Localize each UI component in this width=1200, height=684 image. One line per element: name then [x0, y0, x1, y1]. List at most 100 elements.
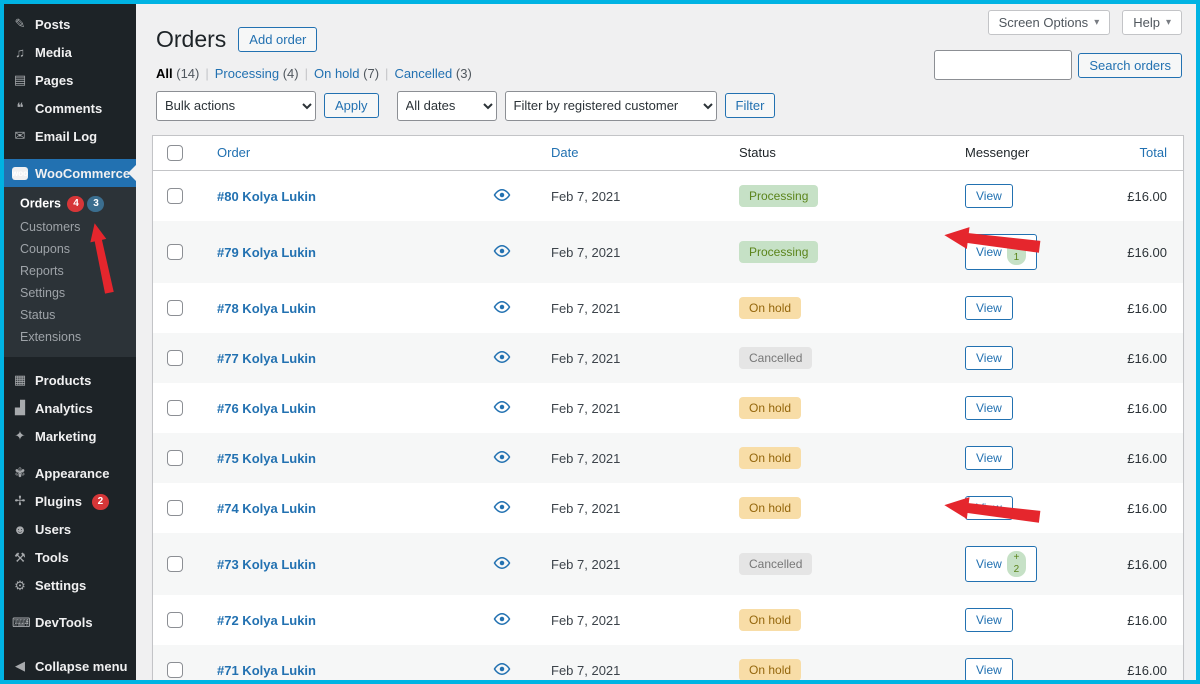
order-total: £16.00 [1127, 662, 1167, 678]
orders-table: Order Date Status Messenger Total #80 Ko… [153, 135, 1183, 680]
view-all-link[interactable]: All (14) [156, 66, 199, 81]
row-checkbox[interactable] [167, 612, 183, 629]
row-checkbox[interactable] [167, 500, 183, 517]
row-checkbox[interactable] [167, 244, 183, 261]
view-button[interactable]: View [965, 346, 1013, 371]
date-filter-select[interactable]: All dates [396, 90, 497, 121]
page-title: Orders [156, 26, 227, 52]
order-link[interactable]: #71 Kolya Lukin [217, 663, 316, 678]
screen-meta: Screen Options ▾ Help ▾ [987, 10, 1182, 35]
view-count-badge: + 2 [1006, 551, 1026, 578]
sort-by-date-link[interactable]: Date [551, 145, 578, 160]
marketing-icon: ✦ [14, 428, 26, 443]
sidebar-item-email-log[interactable]: ✉ Email Log [4, 122, 136, 150]
view-button[interactable]: View [965, 184, 1013, 209]
sidebar-subitem-extensions[interactable]: Extensions [4, 326, 136, 348]
preview-eye-icon[interactable] [493, 662, 511, 675]
view-processing-link[interactable]: Processing (4) [215, 66, 299, 81]
order-link[interactable]: #78 Kolya Lukin [217, 301, 316, 316]
customer-filter-select[interactable]: Filter by registered customer [504, 90, 717, 121]
apply-button[interactable]: Apply [324, 93, 379, 119]
view-cancelled-link[interactable]: Cancelled (3) [394, 66, 471, 81]
row-checkbox[interactable] [167, 662, 183, 679]
order-date: Feb 7, 2021 [551, 400, 621, 416]
view-count-badge: + 1 [1006, 239, 1026, 266]
sidebar-item-appearance[interactable]: ✾ Appearance [4, 459, 136, 487]
row-checkbox[interactable] [167, 350, 183, 367]
add-order-button[interactable]: Add order [238, 27, 318, 53]
bulk-actions-select[interactable]: Bulk actions [156, 90, 316, 121]
order-link[interactable]: #76 Kolya Lukin [217, 401, 316, 416]
order-link[interactable]: #80 Kolya Lukin [217, 189, 316, 204]
help-button[interactable]: Help ▾ [1122, 10, 1182, 35]
view-button[interactable]: View [965, 446, 1013, 471]
table-header-row: Order Date Status Messenger Total [153, 135, 1183, 172]
order-total: £16.00 [1127, 612, 1167, 628]
sidebar-subitem-customers[interactable]: Customers [4, 216, 136, 238]
sidebar-item-products[interactable]: ▦ Products [4, 366, 136, 394]
sort-by-order-link[interactable]: Order [217, 145, 250, 160]
sidebar-item-woocommerce[interactable]: woo WooCommerce [4, 159, 136, 187]
order-link[interactable]: #75 Kolya Lukin [217, 451, 316, 466]
preview-eye-icon[interactable] [493, 500, 511, 513]
sidebar-item-marketing[interactable]: ✦ Marketing [4, 422, 136, 450]
view-button[interactable]: View [965, 296, 1013, 321]
view-button[interactable]: View [965, 658, 1013, 680]
order-link[interactable]: #79 Kolya Lukin [217, 245, 316, 260]
sidebar-item-collapse[interactable]: ◀ Collapse menu [4, 652, 136, 680]
screen-options-button[interactable]: Screen Options ▾ [987, 10, 1111, 35]
preview-eye-icon[interactable] [493, 300, 511, 313]
sidebar-item-media[interactable]: ♫ Media [4, 38, 136, 66]
sidebar-item-devtools[interactable]: ⌨ DevTools [4, 609, 136, 637]
preview-eye-icon[interactable] [493, 612, 511, 625]
preview-eye-icon[interactable] [493, 244, 511, 257]
view-button[interactable]: View [965, 396, 1013, 421]
preview-eye-icon[interactable] [493, 188, 511, 201]
admin-sidebar: ✎ Posts ♫ Media ▤ Pages ❝ Comments ✉ Ema… [4, 4, 136, 680]
order-date: Feb 7, 2021 [551, 300, 621, 316]
sidebar-item-analytics[interactable]: ▟ Analytics [4, 394, 136, 422]
preview-eye-icon[interactable] [493, 400, 511, 413]
preview-eye-icon[interactable] [493, 556, 511, 569]
order-date: Feb 7, 2021 [551, 556, 621, 572]
sidebar-subitem-status[interactable]: Status [4, 304, 136, 326]
view-button[interactable]: View [965, 496, 1013, 521]
row-checkbox[interactable] [167, 300, 183, 317]
sidebar-subitem-settings[interactable]: Settings [4, 282, 136, 304]
sidebar-subitem-coupons[interactable]: Coupons [4, 238, 136, 260]
sidebar-item-comments[interactable]: ❝ Comments [4, 94, 136, 122]
order-total: £16.00 [1127, 188, 1167, 204]
order-link[interactable]: #77 Kolya Lukin [217, 351, 316, 366]
row-checkbox[interactable] [167, 188, 183, 205]
sidebar-item-tools[interactable]: ⚒ Tools [4, 544, 136, 572]
preview-eye-icon[interactable] [493, 450, 511, 463]
table-row: #74 Kolya Lukin Feb 7, 2021 On hold View… [153, 483, 1183, 533]
email-icon: ✉ [14, 128, 26, 143]
sidebar-item-posts[interactable]: ✎ Posts [4, 10, 136, 38]
pages-icon: ▤ [13, 72, 27, 87]
filter-button[interactable]: Filter [724, 93, 776, 119]
sidebar-item-pages[interactable]: ▤ Pages [4, 66, 136, 94]
sidebar-item-plugins[interactable]: ✢ Plugins 2 [4, 487, 136, 516]
sidebar-item-users[interactable]: ☻ Users [4, 516, 136, 544]
sidebar-subitem-reports[interactable]: Reports [4, 260, 136, 282]
view-button[interactable]: View + 2 [965, 546, 1037, 583]
sidebar-subitem-orders[interactable]: Orders 43 [4, 192, 136, 216]
row-checkbox[interactable] [167, 556, 183, 573]
row-checkbox[interactable] [167, 400, 183, 417]
order-link[interactable]: #73 Kolya Lukin [217, 557, 316, 572]
order-link[interactable]: #74 Kolya Lukin [217, 501, 316, 516]
order-link[interactable]: #72 Kolya Lukin [217, 613, 316, 628]
view-button[interactable]: View + 1 [965, 234, 1037, 271]
preview-eye-icon[interactable] [493, 350, 511, 363]
order-date: Feb 7, 2021 [551, 612, 621, 628]
sort-by-total-link[interactable]: Total [1140, 145, 1167, 160]
select-all-checkbox[interactable] [167, 145, 183, 162]
view-button[interactable]: View [965, 608, 1013, 633]
view-on-hold-link[interactable]: On hold (7) [314, 66, 379, 81]
sidebar-item-settings[interactable]: ⚙ Settings [4, 572, 136, 600]
row-checkbox[interactable] [167, 450, 183, 467]
search-input[interactable] [934, 50, 1073, 80]
search-orders-button[interactable]: Search orders [1078, 52, 1182, 78]
count-badge: 4 [67, 196, 85, 212]
